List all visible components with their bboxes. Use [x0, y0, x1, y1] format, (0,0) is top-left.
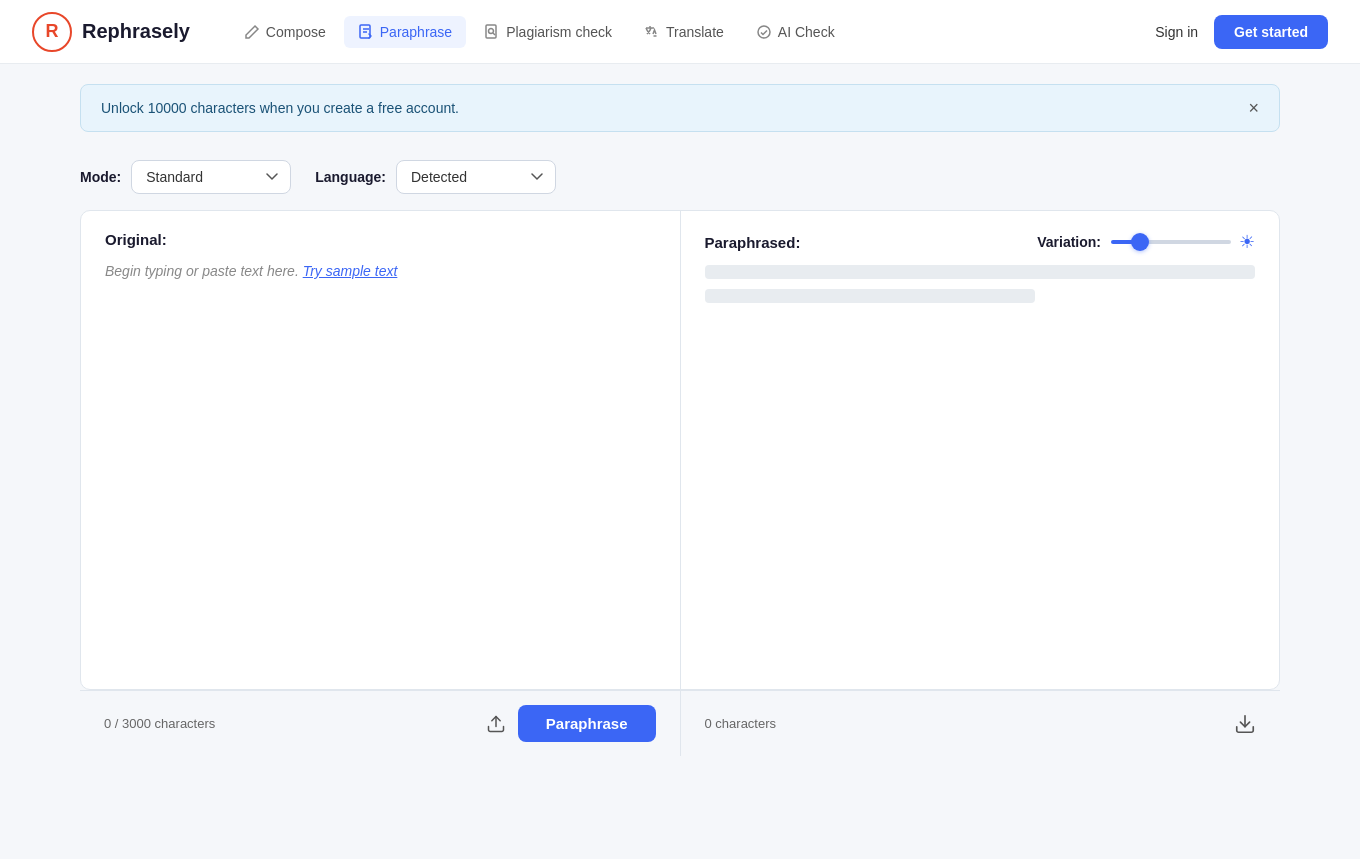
header-actions: Sign in Get started [1155, 15, 1328, 49]
slider-wrapper: ☀ [1111, 231, 1255, 253]
paraphrase-button[interactable]: Paraphrase [518, 705, 656, 742]
nav-item-compose[interactable]: Compose [230, 16, 340, 48]
char-count: 0 / 3000 characters [104, 716, 215, 731]
upload-button[interactable] [486, 714, 506, 734]
ai-check-icon [756, 24, 772, 40]
original-header: Original: [81, 211, 680, 260]
editor-placeholder: Begin typing or paste text here. Try sam… [105, 260, 656, 282]
logo-icon: R [32, 12, 72, 52]
skeleton-line-2 [705, 289, 1035, 303]
original-label: Original: [105, 231, 167, 248]
paraphrased-header: Paraphrased: Variation: ☀ [681, 211, 1280, 265]
original-body[interactable]: Begin typing or paste text here. Try sam… [81, 260, 680, 689]
svg-rect-1 [486, 25, 496, 38]
plagiarism-icon [484, 24, 500, 40]
footer-left: 0 / 3000 characters Paraphrase [80, 691, 681, 756]
mode-control-group: Mode: Standard Fluency Formal Academic S… [80, 160, 291, 194]
language-control-group: Language: Detected English Spanish Frenc… [315, 160, 556, 194]
variation-label: Variation: [1037, 234, 1101, 250]
svg-point-2 [489, 28, 494, 33]
controls-row: Mode: Standard Fluency Formal Academic S… [80, 160, 1280, 194]
paraphrased-body [681, 265, 1280, 689]
footer-right: 0 characters [681, 691, 1281, 756]
footer-left-actions: Paraphrase [486, 705, 656, 742]
variation-control: Variation: ☀ [1037, 231, 1255, 253]
editor-container: Original: Begin typing or paste text her… [80, 210, 1280, 690]
nav-item-translate[interactable]: Translate [630, 16, 738, 48]
translate-icon [644, 24, 660, 40]
language-select[interactable]: Detected English Spanish French German I… [396, 160, 556, 194]
sign-in-button[interactable]: Sign in [1155, 24, 1198, 40]
variation-slider[interactable] [1111, 240, 1231, 244]
mode-select[interactable]: Standard Fluency Formal Academic Simple … [131, 160, 291, 194]
banner-close-button[interactable]: × [1248, 99, 1259, 117]
svg-point-3 [758, 26, 770, 38]
nav-item-paraphrase[interactable]: Paraphrase [344, 16, 466, 48]
main-nav: Compose Paraphrase Plagiarism check [230, 16, 1155, 48]
output-char-count: 0 characters [705, 716, 777, 731]
download-button[interactable] [1234, 713, 1256, 735]
promo-banner: Unlock 10000 characters when you create … [80, 84, 1280, 132]
download-icon [1234, 713, 1256, 735]
footer-bar: 0 / 3000 characters Paraphrase 0 charact… [80, 690, 1280, 756]
paraphrased-label: Paraphrased: [705, 234, 801, 251]
sun-icon: ☀ [1239, 231, 1255, 253]
pencil-icon [244, 24, 260, 40]
skeleton-line-1 [705, 265, 1256, 279]
try-sample-link[interactable]: Try sample text [303, 263, 398, 279]
editor-left-panel: Original: Begin typing or paste text her… [81, 211, 681, 689]
logo-text: Rephrasely [82, 20, 190, 43]
editor-right-panel: Paraphrased: Variation: ☀ [681, 211, 1280, 689]
main-content: Unlock 10000 characters when you create … [40, 64, 1320, 776]
logo-area[interactable]: R Rephrasely [32, 12, 190, 52]
nav-item-plagiarism[interactable]: Plagiarism check [470, 16, 626, 48]
nav-item-ai-check[interactable]: AI Check [742, 16, 849, 48]
banner-text: Unlock 10000 characters when you create … [101, 100, 459, 116]
language-label: Language: [315, 169, 386, 185]
get-started-button[interactable]: Get started [1214, 15, 1328, 49]
header: R Rephrasely Compose Paraphrase [0, 0, 1360, 64]
file-paraphrase-icon [358, 24, 374, 40]
upload-icon [486, 714, 506, 734]
mode-label: Mode: [80, 169, 121, 185]
